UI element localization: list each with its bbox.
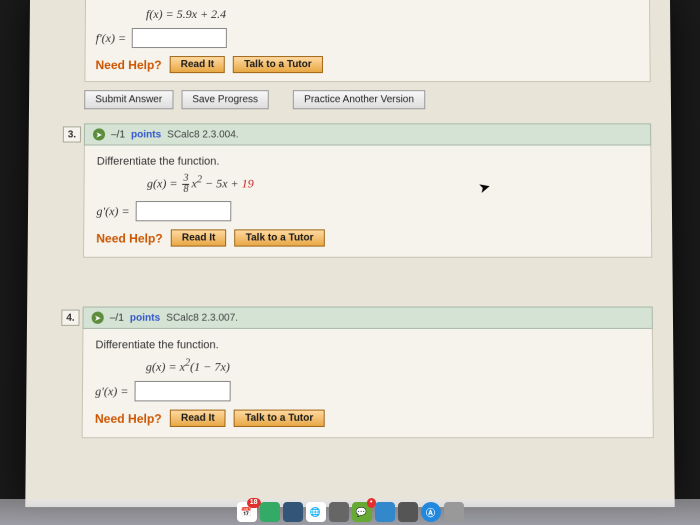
q4-points-value: –/1 xyxy=(110,312,124,323)
q3-instruction: Differentiate the function. xyxy=(97,156,639,168)
talk-to-tutor-button[interactable]: Talk to a Tutor xyxy=(234,410,325,427)
q3-function: g(x) = 38x2 − 5x + 19 xyxy=(147,174,639,195)
need-help-label: Need Help? xyxy=(96,231,163,245)
q3-points-link[interactable]: points xyxy=(131,129,161,140)
practice-another-button[interactable]: Practice Another Version xyxy=(293,90,425,109)
q3-answer-row: g'(x) = xyxy=(96,201,638,221)
q3-header: 3. ➤ –/1 points SCalc8 2.3.004. xyxy=(84,123,651,145)
dock-appstore-icon[interactable]: Ⓐ xyxy=(421,502,441,522)
macos-dock: 18📅 🌐 •💬 Ⓐ xyxy=(0,499,700,525)
q3-answer-input[interactable] xyxy=(136,201,232,221)
save-progress-button[interactable]: Save Progress xyxy=(181,90,269,109)
q4-body: Differentiate the function. g(x) = x2(1 … xyxy=(82,329,654,438)
q3-source: SCalc8 2.3.004. xyxy=(167,129,238,140)
q2-answer-row: f'(x) = xyxy=(96,28,640,48)
dock-app-icon[interactable] xyxy=(375,502,395,522)
dock-app-icon[interactable] xyxy=(444,502,464,522)
q4-header: 4. ➤ –/1 points SCalc8 2.3.007. xyxy=(82,307,652,329)
page-content: f(x) = 5.9x + 2.4 f'(x) = Need Help? Rea… xyxy=(26,0,674,438)
q3-points-value: –/1 xyxy=(111,129,125,140)
q4-answer-input[interactable] xyxy=(134,381,230,401)
calendar-badge: 18 xyxy=(247,498,261,508)
read-it-button[interactable]: Read It xyxy=(170,56,226,73)
q4-answer-row: g'(x) = xyxy=(95,381,640,401)
talk-to-tutor-button[interactable]: Talk to a Tutor xyxy=(235,229,325,246)
q4-function: g(x) = x2(1 − 7x) xyxy=(146,357,640,374)
q4-need-help: Need Help? Read It Talk to a Tutor xyxy=(95,410,641,427)
need-help-label: Need Help? xyxy=(95,411,162,425)
question-2-body: f(x) = 5.9x + 2.4 f'(x) = Need Help? Rea… xyxy=(84,0,650,82)
q3-body: Differentiate the function. g(x) = 38x2 … xyxy=(83,146,652,258)
submit-answer-button[interactable]: Submit Answer xyxy=(84,90,173,109)
q4-number: 4. xyxy=(61,310,79,326)
dock-app-icon[interactable] xyxy=(260,502,280,522)
q4-source: SCalc8 2.3.007. xyxy=(166,312,238,323)
q3-answer-label: g'(x) = xyxy=(96,204,129,219)
expand-icon[interactable]: ➤ xyxy=(92,312,104,324)
q3-number: 3. xyxy=(63,126,81,142)
q2-need-help: Need Help? Read It Talk to a Tutor xyxy=(95,56,639,73)
screen: f(x) = 5.9x + 2.4 f'(x) = Need Help? Rea… xyxy=(25,0,674,507)
q2-answer-label: f'(x) = xyxy=(96,31,126,46)
dock-app-icon[interactable] xyxy=(398,502,418,522)
dock-app-icon[interactable] xyxy=(283,502,303,522)
expand-icon[interactable]: ➤ xyxy=(93,128,105,140)
q2-answer-input[interactable] xyxy=(132,28,227,48)
q3-need-help: Need Help? Read It Talk to a Tutor xyxy=(96,229,639,246)
q4-instruction: Differentiate the function. xyxy=(95,339,640,351)
dock-calendar-icon[interactable]: 18📅 xyxy=(237,502,257,522)
read-it-button[interactable]: Read It xyxy=(171,229,227,246)
talk-to-tutor-button[interactable]: Talk to a Tutor xyxy=(233,56,323,73)
dock-chrome-icon[interactable]: 🌐 xyxy=(306,502,326,522)
q2-actions: Submit Answer Save Progress Practice Ano… xyxy=(84,90,651,109)
need-help-label: Need Help? xyxy=(95,58,161,72)
q4-answer-label: g'(x) = xyxy=(95,384,128,399)
q2-function: f(x) = 5.9x + 2.4 xyxy=(146,7,639,22)
dock-app-icon[interactable] xyxy=(329,502,349,522)
read-it-button[interactable]: Read It xyxy=(170,410,226,427)
dock-messages-icon[interactable]: •💬 xyxy=(352,502,372,522)
q4-points-link[interactable]: points xyxy=(130,312,160,323)
